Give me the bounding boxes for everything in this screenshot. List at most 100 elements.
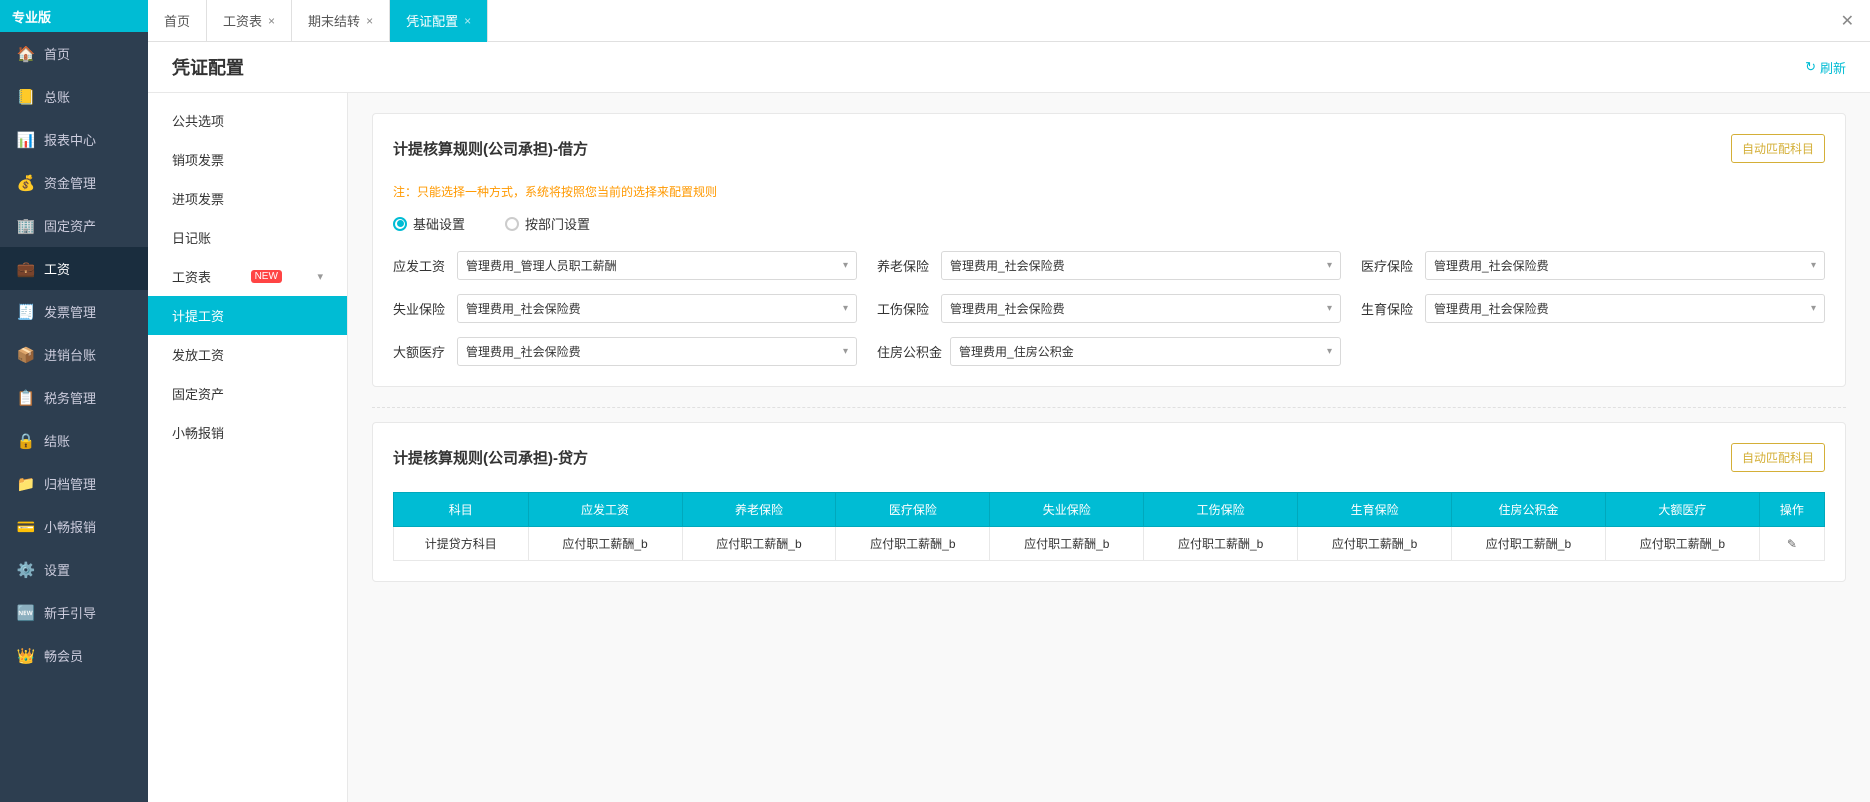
credit-auto-match-button[interactable]: 自动匹配科目 (1731, 443, 1825, 472)
sidebar-item-invoice[interactable]: 🧾 发票管理 (0, 290, 148, 333)
sidebar-item-archive[interactable]: 📁 归档管理 (0, 462, 148, 505)
cell-pension: 应付职工薪酬_b (682, 527, 836, 561)
select-injury-value: 管理费用_社会保险费 (950, 300, 1065, 317)
nav-label-purchase-invoice: 进项发票 (172, 189, 224, 208)
sidebar-item-purchase[interactable]: 📦 进销台账 (0, 333, 148, 376)
select-salary-value: 管理费用_管理人员职工薪酬 (466, 257, 617, 274)
tab-voucher-close[interactable]: × (464, 14, 471, 28)
select-major-medical[interactable]: 管理费用_社会保险费 ▾ (457, 337, 857, 366)
sidebar-item-guide[interactable]: 🆕 新手引导 (0, 591, 148, 634)
select-pension[interactable]: 管理费用_社会保险费 ▾ (941, 251, 1341, 280)
fund-icon: 💰 (16, 174, 36, 192)
select-maternity-value: 管理费用_社会保险费 (1434, 300, 1549, 317)
refresh-label: 刷新 (1820, 58, 1846, 77)
label-salary: 应发工资 (393, 256, 449, 275)
asset-icon: 🏢 (16, 217, 36, 235)
credit-section-header: 计提核算规则(公司承担)-贷方 自动匹配科目 (393, 443, 1825, 482)
member-icon: 👑 (16, 647, 36, 665)
refresh-button[interactable]: ↻ 刷新 (1805, 58, 1846, 77)
sidebar-item-label: 进销台账 (44, 345, 96, 364)
select-pension-value: 管理费用_社会保险费 (950, 257, 1065, 274)
expand-icon: ▾ (317, 270, 323, 283)
tab-home-label: 首页 (164, 11, 190, 30)
nav-item-purchase-invoice[interactable]: 进项发票 (148, 179, 347, 218)
cell-housing: 应付职工薪酬_b (1452, 527, 1606, 561)
credit-section-title: 计提核算规则(公司承担)-贷方 (393, 447, 588, 468)
col-header-subject: 科目 (394, 493, 529, 527)
tab-payroll-close[interactable]: × (268, 14, 275, 28)
cell-injury: 应付职工薪酬_b (1144, 527, 1298, 561)
archive-icon: 📁 (16, 475, 36, 493)
sidebar-item-salary[interactable]: 💼 工资 (0, 247, 148, 290)
nav-item-payroll-table[interactable]: 工资表 NEW ▾ (148, 257, 347, 296)
radio-department[interactable]: 按部门设置 (505, 214, 590, 233)
label-pension: 养老保险 (877, 256, 933, 275)
sidebar-item-label: 固定资产 (44, 216, 96, 235)
tab-home[interactable]: 首页 (148, 0, 207, 42)
nav-item-pay[interactable]: 发放工资 (148, 335, 347, 374)
tab-period[interactable]: 期末结转 × (292, 0, 390, 42)
label-medical: 医疗保险 (1361, 256, 1417, 275)
radio-basic[interactable]: 基础设置 (393, 214, 465, 233)
expense-icon: 💳 (16, 518, 36, 536)
radio-group: 基础设置 按部门设置 (393, 214, 1825, 233)
credit-table-head: 科目 应发工资 养老保险 医疗保险 失业保险 工伤保险 生育保险 住房公积金 大… (394, 493, 1825, 527)
sidebar-item-expense[interactable]: 💳 小畅报销 (0, 505, 148, 548)
select-injury[interactable]: 管理费用_社会保险费 ▾ (941, 294, 1341, 323)
nav-label-journal: 日记账 (172, 228, 211, 247)
sidebar-item-member[interactable]: 👑 畅会员 (0, 634, 148, 677)
col-header-pension: 养老保险 (682, 493, 836, 527)
select-medical[interactable]: 管理费用_社会保险费 ▾ (1425, 251, 1825, 280)
sidebar-item-fund[interactable]: 💰 资金管理 (0, 161, 148, 204)
nav-label-fixed-asset: 固定资产 (172, 384, 224, 403)
sidebar-item-label: 结账 (44, 431, 70, 450)
label-major-medical: 大额医疗 (393, 342, 449, 361)
sidebar-item-asset[interactable]: 🏢 固定资产 (0, 204, 148, 247)
sidebar-item-settings[interactable]: ⚙️ 设置 (0, 548, 148, 591)
select-housing-fund[interactable]: 管理费用_住房公积金 ▾ (950, 337, 1341, 366)
sidebar-item-label: 发票管理 (44, 302, 96, 321)
guide-icon: 🆕 (16, 604, 36, 622)
col-header-medical: 医疗保险 (836, 493, 990, 527)
tab-voucher[interactable]: 凭证配置 × (390, 0, 488, 42)
tab-period-close[interactable]: × (366, 14, 373, 28)
nav-item-journal[interactable]: 日记账 (148, 218, 347, 257)
chevron-down-icon: ▾ (843, 303, 848, 314)
home-icon: 🏠 (16, 45, 36, 63)
nav-item-fixed-asset[interactable]: 固定资产 (148, 374, 347, 413)
nav-item-accrual[interactable]: 计提工资 (148, 296, 347, 335)
nav-item-sale-invoice[interactable]: 销项发票 (148, 140, 347, 179)
select-medical-value: 管理费用_社会保险费 (1434, 257, 1549, 274)
window-close-button[interactable]: ✕ (1825, 11, 1870, 31)
left-nav: 公共选项 销项发票 进项发票 日记账 工资表 NEW ▾ 计提工资 发放工资 (148, 93, 348, 802)
cell-major-medical: 应付职工薪酬_b (1605, 527, 1759, 561)
select-unemployment-value: 管理费用_社会保险费 (466, 300, 581, 317)
col-header-injury: 工伤保险 (1144, 493, 1298, 527)
select-maternity[interactable]: 管理费用_社会保险费 ▾ (1425, 294, 1825, 323)
nav-item-expense-report[interactable]: 小畅报销 (148, 413, 347, 452)
nav-label-sale-invoice: 销项发票 (172, 150, 224, 169)
label-unemployment: 失业保险 (393, 299, 449, 318)
cell-action[interactable]: ✎ (1759, 527, 1824, 561)
tab-payroll[interactable]: 工资表 × (207, 0, 292, 42)
radio-department-circle (505, 217, 519, 231)
col-header-maternity: 生育保险 (1298, 493, 1452, 527)
tab-period-label: 期末结转 (308, 11, 360, 30)
edit-icon[interactable]: ✎ (1787, 537, 1797, 551)
debit-auto-match-button[interactable]: 自动匹配科目 (1731, 134, 1825, 163)
sidebar-item-home[interactable]: 🏠 首页 (0, 32, 148, 75)
sidebar-item-report[interactable]: 📊 报表中心 (0, 118, 148, 161)
debit-section-header: 计提核算规则(公司承担)-借方 自动匹配科目 (393, 134, 1825, 173)
sidebar-item-ledger[interactable]: 📒 总账 (0, 75, 148, 118)
close-icon: 🔒 (16, 432, 36, 450)
select-salary[interactable]: 管理费用_管理人员职工薪酬 ▾ (457, 251, 857, 280)
main-area: 首页 工资表 × 期末结转 × 凭证配置 × ✕ 凭证配置 ↻ 刷新 公共选项 (148, 0, 1870, 802)
sidebar-item-label: 报表中心 (44, 130, 96, 149)
settings-icon: ⚙️ (16, 561, 36, 579)
refresh-icon: ↻ (1805, 59, 1816, 75)
sidebar-item-close[interactable]: 🔒 结账 (0, 419, 148, 462)
select-unemployment[interactable]: 管理费用_社会保险费 ▾ (457, 294, 857, 323)
sidebar-item-tax[interactable]: 📋 税务管理 (0, 376, 148, 419)
nav-item-public[interactable]: 公共选项 (148, 101, 347, 140)
nav-label-accrual: 计提工资 (172, 306, 224, 325)
